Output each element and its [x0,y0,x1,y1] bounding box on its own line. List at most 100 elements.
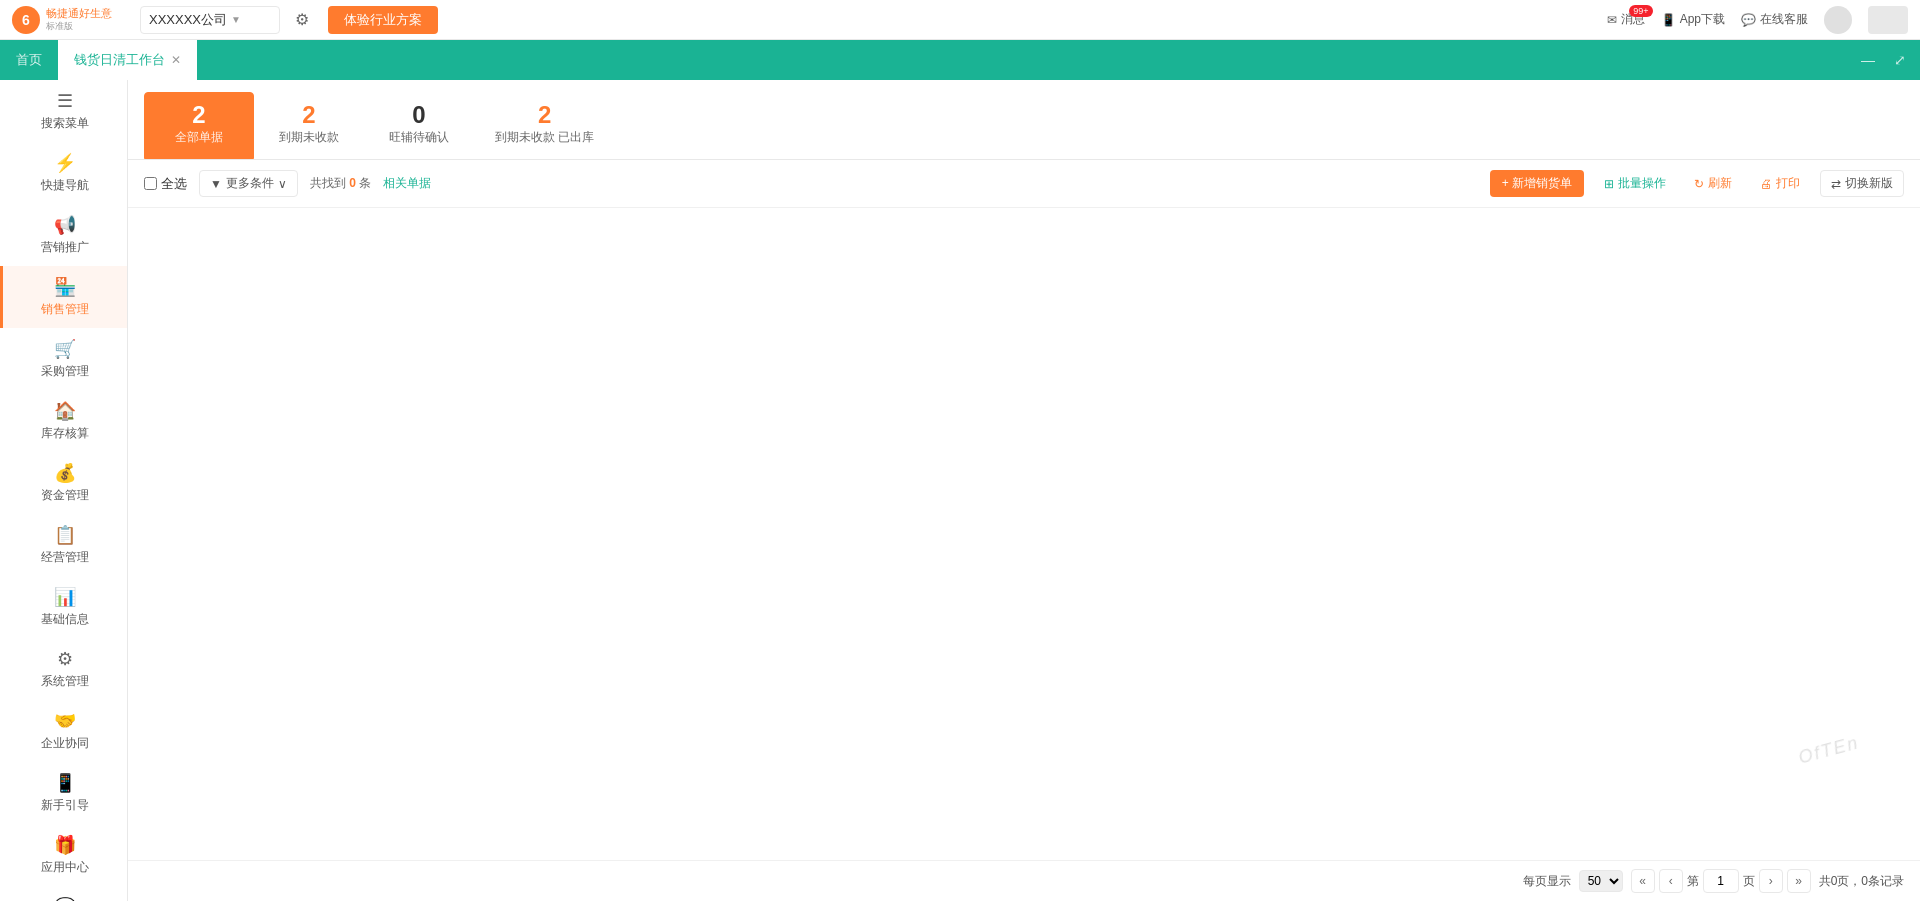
stat-tab-shipped[interactable]: 2 到期未收款 已出库 [474,92,615,159]
stat-num-pending: 0 [385,101,453,129]
sidebar-search-label: 搜索菜单 [41,115,89,132]
message-badge: 99+ [1629,5,1652,17]
stat-tabs: 2 全部单据 2 到期未收款 0 旺辅待确认 2 到期未收款 已出库 [128,80,1920,160]
batch-icon: ⊞ [1604,177,1614,191]
stat-label-shipped: 到期未收款 已出库 [495,129,594,146]
sidebar-cooperation-label: 企业协同 [41,735,89,752]
sales-icon: 🏪 [54,276,76,298]
switch-label: 切换新版 [1845,175,1893,192]
cooperation-icon: 🤝 [54,710,76,732]
sidebar-finance-label: 资金管理 [41,487,89,504]
per-page-select[interactable]: 50 [1579,870,1623,892]
page-next-button[interactable]: › [1759,869,1783,893]
topbar-right: ✉ 消息 99+ 📱 App下载 💬 在线客服 [1607,6,1908,34]
stat-tab-pending[interactable]: 0 旺辅待确认 [364,92,474,159]
sidebar-app-center-label: 应用中心 [41,859,89,876]
filter-icon: ▼ [210,177,222,191]
tabbar-controls: — ⤢ [1856,48,1920,72]
tab-home[interactable]: 首页 [0,40,58,80]
select-all-checkbox[interactable]: 全选 [144,175,187,193]
app-download-button[interactable]: 📱 App下载 [1661,11,1725,28]
settings-button[interactable]: ⚙ [288,6,316,34]
page-last-button[interactable]: » [1787,869,1811,893]
tab-close-button[interactable]: ✕ [171,53,181,67]
sidebar-item-app-center[interactable]: 🎁 应用中心 [0,824,127,886]
page-prev-button[interactable]: ‹ [1659,869,1683,893]
main-layout: ☰ 搜索菜单 ⚡ 快捷导航 📢 营销推广 🏪 销售管理 🛒 采购管理 🏠 库存核… [0,80,1920,901]
content-area: 2 全部单据 2 到期未收款 0 旺辅待确认 2 到期未收款 已出库 全选 [128,80,1920,901]
sidebar-item-sales[interactable]: 🏪 销售管理 [0,266,127,328]
page-suffix: 页 [1743,873,1755,890]
inventory-icon: 🏠 [54,400,76,422]
search-menu-icon: ☰ [57,90,73,112]
filter-label: 更多条件 [226,175,274,192]
refresh-icon: ↻ [1694,177,1704,191]
stat-label-overdue: 到期未收款 [275,129,343,146]
logo-badge: 标准版 [46,20,112,33]
select-all-input[interactable] [144,177,157,190]
tab-maximize-button[interactable]: ⤢ [1888,48,1912,72]
online-service-label: 在线客服 [1760,11,1808,28]
stat-num-shipped: 2 [495,101,594,129]
trial-button[interactable]: 体验行业方案 [328,6,438,34]
page-nav: « ‹ 第 页 › » [1631,869,1811,893]
sidebar-item-guide[interactable]: 📱 新手引导 [0,762,127,824]
batch-operation-button[interactable]: ⊞ 批量操作 [1596,171,1674,196]
related-bill-link[interactable]: 相关单据 [383,175,431,192]
refresh-label: 刷新 [1708,175,1732,192]
sidebar-base-info-label: 基础信息 [41,611,89,628]
sidebar-item-cooperation[interactable]: 🤝 企业协同 [0,700,127,762]
sidebar-inventory-label: 库存核算 [41,425,89,442]
tab-workbench-label: 钱货日清工作台 [74,51,165,69]
logo-text: 畅捷通好生意 [46,6,112,20]
sidebar-marketing-label: 营销推广 [41,239,89,256]
found-prefix: 共找到 [310,176,346,190]
user-menu[interactable] [1868,6,1908,34]
sidebar-system-label: 系统管理 [41,673,89,690]
stat-label-all: 全部单据 [165,129,233,146]
message-button[interactable]: ✉ 消息 99+ [1607,11,1645,28]
app-download-label: App下载 [1680,11,1725,28]
found-unit: 条 [359,176,371,190]
sidebar-item-search[interactable]: ☰ 搜索菜单 [0,80,127,142]
tab-workbench[interactable]: 钱货日清工作台 ✕ [58,40,197,80]
sidebar-item-inventory[interactable]: 🏠 库存核算 [0,390,127,452]
tab-minimize-button[interactable]: — [1856,48,1880,72]
page-prefix: 第 [1687,873,1699,890]
app-center-icon: 🎁 [54,834,76,856]
sidebar-item-wechat[interactable]: 💬 企业微信 [0,886,127,901]
switch-version-button[interactable]: ⇄ 切换新版 [1820,170,1904,197]
avatar[interactable] [1824,6,1852,34]
select-all-label: 全选 [161,175,187,193]
page-first-button[interactable]: « [1631,869,1655,893]
found-count: 共找到 0 条 [310,175,371,192]
sidebar-item-marketing[interactable]: 📢 营销推广 [0,204,127,266]
sidebar-purchase-label: 采购管理 [41,363,89,380]
total-info: 共0页，0条记录 [1819,873,1904,890]
wechat-icon: 💬 [54,896,76,901]
sidebar-item-finance[interactable]: 💰 资金管理 [0,452,127,514]
refresh-button[interactable]: ↻ 刷新 [1686,171,1740,196]
page-input[interactable] [1703,869,1739,893]
system-icon: ⚙ [57,648,73,670]
print-button[interactable]: 🖨 打印 [1752,171,1808,196]
company-dropdown-arrow: ▼ [231,14,241,25]
stat-tab-all[interactable]: 2 全部单据 [144,92,254,159]
sidebar-item-system[interactable]: ⚙ 系统管理 [0,638,127,700]
sidebar-item-quick-nav[interactable]: ⚡ 快捷导航 [0,142,127,204]
filter-button[interactable]: ▼ 更多条件 ∨ [199,170,298,197]
sidebar-item-base-info[interactable]: 📊 基础信息 [0,576,127,638]
sidebar-item-purchase[interactable]: 🛒 采购管理 [0,328,127,390]
toolbar-right: + 新增销货单 ⊞ 批量操作 ↻ 刷新 🖨 打印 ⇄ 切换新版 [1490,170,1904,197]
add-sales-bill-button[interactable]: + 新增销货单 [1490,170,1584,197]
stat-tab-overdue[interactable]: 2 到期未收款 [254,92,364,159]
online-service-button[interactable]: 💬 在线客服 [1741,11,1808,28]
company-selector[interactable]: XXXXXX公司 ▼ [140,6,280,34]
finance-icon: 💰 [54,462,76,484]
sidebar: ☰ 搜索菜单 ⚡ 快捷导航 📢 营销推广 🏪 销售管理 🛒 采购管理 🏠 库存核… [0,80,128,901]
purchase-icon: 🛒 [54,338,76,360]
app-logo: 6 畅捷通好生意 标准版 [12,6,140,34]
sidebar-item-operation[interactable]: 📋 经营管理 [0,514,127,576]
toolbar: 全选 ▼ 更多条件 ∨ 共找到 0 条 相关单据 + 新增销货单 ⊞ 批量操作 [128,160,1920,208]
switch-icon: ⇄ [1831,177,1841,191]
